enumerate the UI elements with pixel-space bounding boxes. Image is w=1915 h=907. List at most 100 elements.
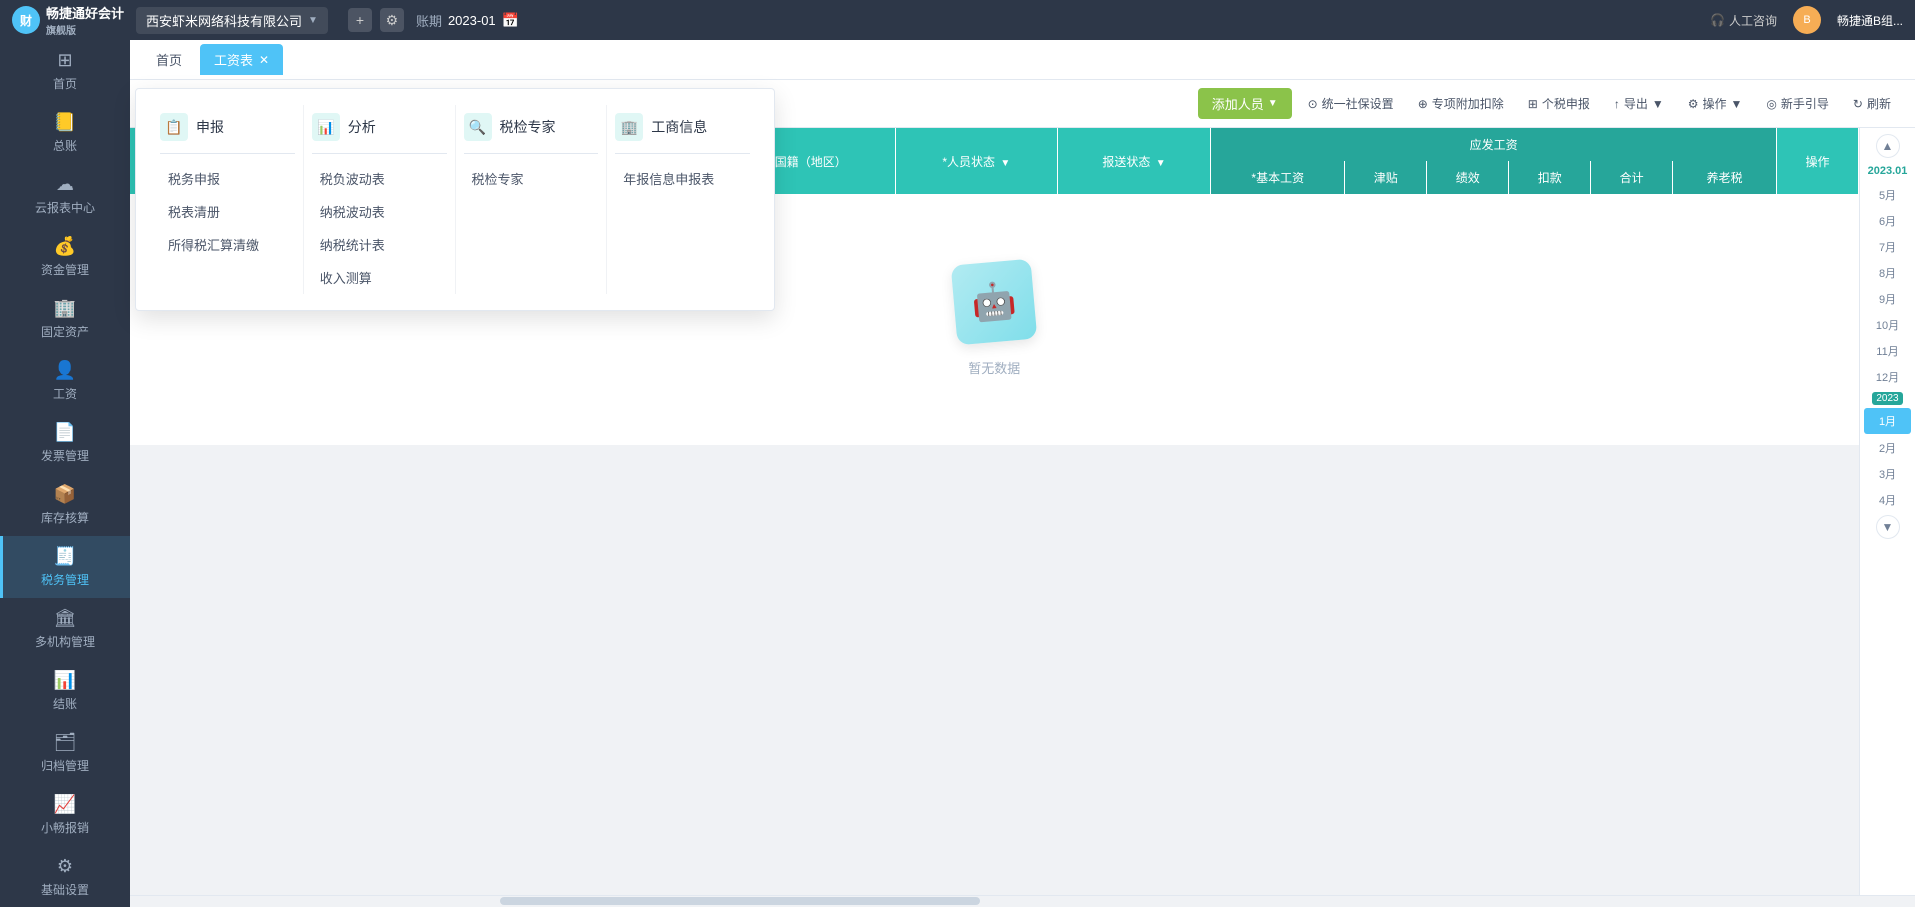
menu-item-income-tax-calc[interactable]: 所得税汇算清缴: [160, 228, 295, 261]
sidebar-item-ledger[interactable]: 📒 总账: [0, 102, 130, 164]
menu-item-tax-payment[interactable]: 纳税波动表: [312, 195, 447, 228]
add-person-button[interactable]: 添加人员 ▼: [1198, 88, 1292, 119]
tab-close-icon[interactable]: ✕: [259, 53, 269, 67]
sidebar-item-funds[interactable]: 💰 资金管理: [0, 226, 130, 288]
tab-home[interactable]: 首页: [142, 44, 196, 75]
menu-section-analysis: 📊 分析 税负波动表 纳税波动表 纳税统计表 收入测算: [304, 105, 456, 294]
menu-section-biz-header: 🏢 工商信息: [615, 105, 750, 154]
sidebar-item-cloud[interactable]: ☁ 云报表中心: [0, 164, 130, 226]
th-performance: 绩效: [1427, 161, 1509, 194]
company-selector[interactable]: 西安虾米网络科技有限公司 ▼: [136, 7, 328, 34]
salary-icon: 👤: [54, 360, 76, 381]
timeline-month-2022-08[interactable]: 8月: [1860, 260, 1915, 286]
timeline-month-2022-06[interactable]: 6月: [1860, 208, 1915, 234]
timeline-month-2023-04[interactable]: 4月: [1860, 487, 1915, 513]
sidebar-item-settle[interactable]: 📊 结账: [0, 660, 130, 722]
sidebar-item-salary[interactable]: 👤 工资: [0, 350, 130, 412]
special-deduct-label: 专项附加扣除: [1432, 95, 1504, 112]
bottom-scrollbar[interactable]: [130, 895, 1915, 907]
analysis-section-title: 分析: [348, 117, 376, 137]
tab-salary-table-label: 工资表: [214, 50, 253, 69]
timeline-month-2022-11[interactable]: 11月: [1860, 338, 1915, 364]
export-arrow-icon: ▼: [1652, 97, 1664, 111]
sidebar-label-inventory: 库存核算: [41, 509, 89, 526]
analysis-section-icon: 📊: [312, 113, 340, 141]
multi-org-icon: 🏛: [54, 608, 77, 629]
declare-section-title: 申报: [196, 117, 224, 137]
sidebar-item-assets[interactable]: 🏢 固定资产: [0, 288, 130, 350]
timeline-month-2022-09[interactable]: 9月: [1860, 286, 1915, 312]
menu-section-biz-info: 🏢 工商信息 年报信息申报表: [607, 105, 758, 294]
period-calendar-icon[interactable]: 📅: [502, 12, 519, 29]
sidebar-item-tax[interactable]: 🧾 税务管理: [0, 536, 130, 598]
menu-item-annual-report[interactable]: 年报信息申报表: [615, 162, 750, 195]
support-button[interactable]: 🎧 人工咨询: [1710, 12, 1777, 29]
th-base-salary: *基本工资: [1211, 161, 1345, 194]
refresh-button[interactable]: ↻ 刷新: [1845, 91, 1899, 116]
export-button[interactable]: ↑ 导出 ▼: [1606, 91, 1672, 116]
operate-button[interactable]: ⚙ 操作 ▼: [1680, 91, 1751, 116]
timeline-month-2022-12[interactable]: 12月: [1860, 364, 1915, 390]
sidebar-label-basic: 基础设置: [41, 881, 89, 898]
logo-icon: 财: [12, 6, 40, 34]
settings-button[interactable]: ⚙: [380, 8, 404, 32]
guide-action-icon: ◎: [1766, 97, 1776, 111]
add-company-button[interactable]: +: [348, 8, 372, 32]
user-name[interactable]: 畅捷通B组...: [1837, 12, 1903, 29]
menu-item-income-calc[interactable]: 收入测算: [312, 261, 447, 294]
operate-arrow-icon: ▼: [1731, 97, 1743, 111]
menu-item-tax-stats[interactable]: 纳税统计表: [312, 228, 447, 261]
th-deduction: 扣款: [1509, 161, 1591, 194]
sidebar-item-archive[interactable]: 🗂 归档管理: [0, 722, 130, 784]
menu-item-expert[interactable]: 税检专家: [464, 162, 599, 195]
top-bar-actions: + ⚙: [348, 8, 404, 32]
report-filter-icon[interactable]: ▼: [1156, 158, 1166, 169]
timeline-month-2023-01[interactable]: 1月: [1864, 408, 1911, 434]
app-version: 旗舰版: [46, 22, 124, 37]
sidebar-item-multi-org[interactable]: 🏛 多机构管理: [0, 598, 130, 660]
timeline-month-2023-03[interactable]: 3月: [1860, 461, 1915, 487]
sidebar-item-invoice[interactable]: 📄 发票管理: [0, 412, 130, 474]
sidebar-item-home[interactable]: ⊞ 首页: [0, 40, 130, 102]
expert-section-icon: 🔍: [464, 113, 492, 141]
tab-home-label: 首页: [156, 53, 182, 68]
menu-item-tax-declare[interactable]: 税务申报: [160, 162, 295, 195]
th-salary-group: 应发工资: [1211, 128, 1777, 161]
timeline-up-button[interactable]: ▲: [1876, 134, 1900, 158]
sidebar-label-archive: 归档管理: [41, 757, 89, 774]
funds-icon: 💰: [54, 236, 76, 257]
invoice-icon: 📄: [54, 422, 76, 443]
sidebar-label-salary: 工资: [53, 385, 77, 402]
timeline-month-2023-02[interactable]: 2月: [1860, 435, 1915, 461]
tab-salary-table[interactable]: 工资表 ✕: [200, 44, 283, 75]
sidebar-label-tax: 税务管理: [41, 571, 89, 588]
tax-declare-button[interactable]: ⊞ 个税申报: [1520, 91, 1598, 116]
cloud-icon: ☁: [56, 174, 74, 195]
user-avatar: B: [1793, 6, 1821, 34]
biz-section-icon: 🏢: [615, 113, 643, 141]
scrollbar-track: [500, 897, 980, 905]
app-name: 畅捷通好会计: [46, 3, 124, 22]
timeline-month-2022-07[interactable]: 7月: [1860, 234, 1915, 260]
sidebar-item-inventory[interactable]: 📦 库存核算: [0, 474, 130, 536]
th-status: *人员状态 ▼: [895, 128, 1057, 194]
sidebar-item-xiao[interactable]: 📈 小畅报销: [0, 784, 130, 846]
sidebar-item-basic[interactable]: ⚙ 基础设置: [0, 846, 130, 907]
export-icon: ↑: [1614, 97, 1620, 111]
company-name: 西安虾米网络科技有限公司: [146, 11, 302, 30]
special-deduct-button[interactable]: ⊕ 专项附加扣除: [1410, 91, 1512, 116]
timeline-down-button[interactable]: ▼: [1876, 515, 1900, 539]
sidebar-label-ledger: 总账: [53, 137, 77, 154]
status-filter-icon[interactable]: ▼: [1000, 158, 1010, 169]
timeline-month-2022-05[interactable]: 5月: [1860, 182, 1915, 208]
home-icon: ⊞: [57, 50, 72, 71]
menu-item-tax-burden[interactable]: 税负波动表: [312, 162, 447, 195]
menu-item-tax-form[interactable]: 税表清册: [160, 195, 295, 228]
support-icon: 🎧: [1710, 13, 1725, 27]
unified-social-button[interactable]: ⊙ 统一社保设置: [1300, 91, 1402, 116]
add-person-arrow-icon: ▼: [1268, 98, 1278, 109]
unified-social-icon: ⊙: [1308, 97, 1318, 111]
guide-action-button[interactable]: ◎ 新手引导: [1758, 91, 1837, 116]
operate-icon: ⚙: [1688, 97, 1699, 111]
timeline-month-2022-10[interactable]: 10月: [1860, 312, 1915, 338]
